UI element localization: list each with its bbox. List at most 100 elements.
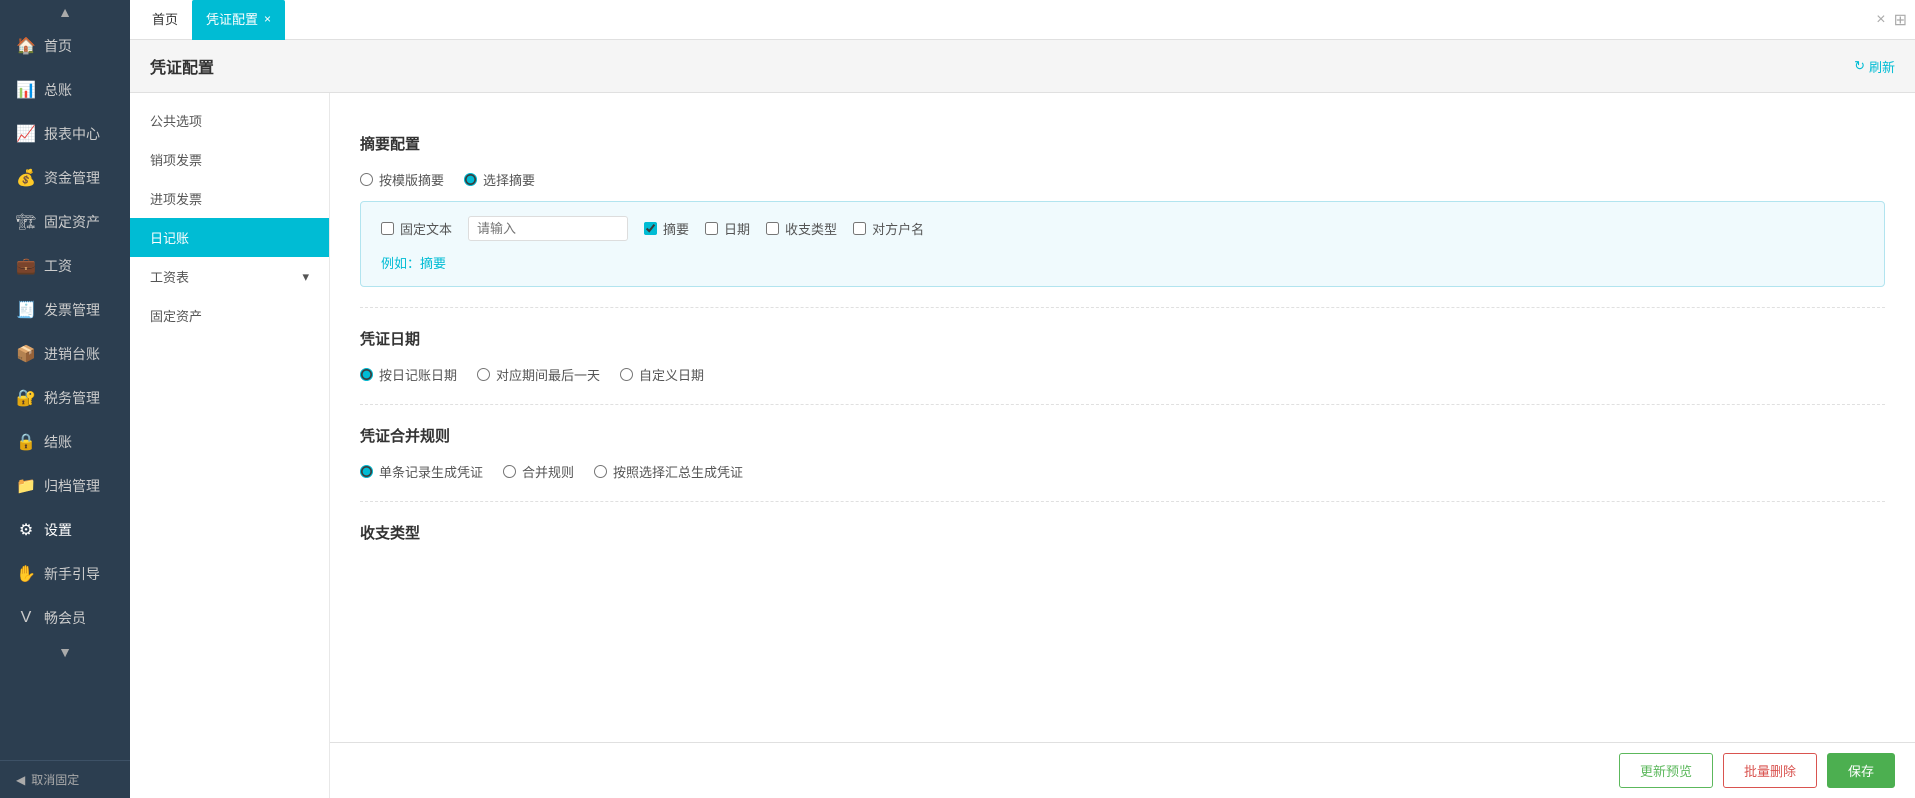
summary-options-row: 按模版摘要 选择摘要	[360, 170, 1885, 189]
sidebar-item-vip[interactable]: V 畅会员	[0, 596, 130, 640]
vip-icon: V	[16, 609, 36, 627]
template-summary-radio[interactable]	[360, 173, 373, 186]
window-maximize-icon[interactable]: ⊞	[1894, 10, 1907, 30]
custom-date-radio[interactable]	[620, 368, 633, 381]
income-type-checkbox-label[interactable]: 收支类型	[766, 219, 837, 238]
sidebar-item-purchase[interactable]: 📦 进销台账	[0, 332, 130, 376]
select-summary-option[interactable]: 选择摘要	[464, 170, 535, 189]
single-record-radio[interactable]	[360, 465, 373, 478]
sidebar-item-guide[interactable]: ✋ 新手引导	[0, 552, 130, 596]
summary-checkbox-row: 固定文本 摘要 日期	[381, 216, 1864, 241]
example-text: 例如：摘要	[381, 253, 1864, 272]
merge-rules-section: 凭证合并规则 单条记录生成凭证 合并规则	[360, 405, 1885, 502]
sidebar-item-invoices[interactable]: 🧾 发票管理	[0, 288, 130, 332]
salary-icon: 💼	[16, 256, 36, 276]
left-nav-public[interactable]: 公共选项	[130, 101, 329, 140]
voucher-date-title: 凭证日期	[360, 328, 1885, 349]
pin-icon: ◀	[16, 773, 25, 787]
tab-home[interactable]: 首页	[138, 0, 192, 40]
summary-config-title: 摘要配置	[360, 133, 1885, 154]
merge-rule-option[interactable]: 合并规则	[503, 462, 574, 481]
sidebar-item-close[interactable]: 🔒 结账	[0, 420, 130, 464]
batch-delete-button[interactable]: 批量删除	[1723, 753, 1817, 788]
summary-config-box: 固定文本 摘要 日期	[360, 201, 1885, 287]
purchase-icon: 📦	[16, 344, 36, 364]
left-nav-journal[interactable]: 日记账	[130, 218, 329, 257]
scroll-area[interactable]: 摘要配置 按模版摘要 选择摘要	[330, 93, 1915, 742]
last-day-radio[interactable]	[477, 368, 490, 381]
income-expense-title: 收支类型	[360, 522, 1885, 543]
last-day-option[interactable]: 对应期间最后一天	[477, 365, 600, 384]
select-summary-radio[interactable]	[464, 173, 477, 186]
select-merge-option[interactable]: 按照选择汇总生成凭证	[594, 462, 743, 481]
left-nav: 公共选项 销项发票 进项发票 日记账 工资表 ▾ 固定资产	[130, 93, 330, 798]
fixed-text-input[interactable]	[468, 216, 628, 241]
window-minimize-icon[interactable]: ×	[1876, 11, 1885, 29]
sidebar-item-salary[interactable]: 💼 工资	[0, 244, 130, 288]
voucher-date-options-row: 按日记账日期 对应期间最后一天 自定义日期	[360, 365, 1885, 384]
counterparty-checkbox-label[interactable]: 对方户名	[853, 219, 924, 238]
sidebar-item-archive[interactable]: 📁 归档管理	[0, 464, 130, 508]
page-wrapper: 凭证配置 ↻ 刷新 公共选项 销项发票 进项发票 日记账	[130, 40, 1915, 798]
sidebar-item-assets[interactable]: 🏗 固定资产	[0, 200, 130, 244]
sidebar-scroll-up[interactable]: ▲	[0, 0, 130, 24]
right-content: 摘要配置 按模版摘要 选择摘要	[330, 93, 1915, 798]
date-checkbox-label[interactable]: 日期	[705, 219, 750, 238]
sidebar-item-tax[interactable]: 🔐 税务管理	[0, 376, 130, 420]
tab-bar-actions: × ⊞	[1876, 10, 1907, 30]
bottom-bar: 更新预览 批量删除 保存	[330, 742, 1915, 798]
journal-date-option[interactable]: 按日记账日期	[360, 365, 457, 384]
page-title: 凭证配置	[150, 54, 214, 78]
income-expense-section: 收支类型	[360, 502, 1885, 579]
page-header: 凭证配置 ↻ 刷新	[130, 40, 1915, 93]
left-nav-sales[interactable]: 销项发票	[130, 140, 329, 179]
home-icon: 🏠	[16, 36, 36, 56]
unpin-button[interactable]: ◀ 取消固定	[0, 760, 130, 798]
voucher-date-section: 凭证日期 按日记账日期 对应期间最后一天	[360, 308, 1885, 405]
reports-icon: 📈	[16, 124, 36, 144]
sidebar: ▲ 🏠 首页 📊 总账 📈 报表中心 💰 资金管理 🏗 固定资产 💼 工资 🧾 …	[0, 0, 130, 798]
custom-date-option[interactable]: 自定义日期	[620, 365, 704, 384]
sidebar-item-funds[interactable]: 💰 资金管理	[0, 156, 130, 200]
sidebar-item-reports[interactable]: 📈 报表中心	[0, 112, 130, 156]
sidebar-item-home[interactable]: 🏠 首页	[0, 24, 130, 68]
left-nav-fixed-assets[interactable]: 固定资产	[130, 296, 329, 335]
close-account-icon: 🔒	[16, 432, 36, 452]
journal-date-radio[interactable]	[360, 368, 373, 381]
fixed-text-checkbox[interactable]	[381, 222, 394, 235]
settings-icon: ⚙	[16, 520, 36, 540]
tab-bar: 首页 凭证配置 × × ⊞	[130, 0, 1915, 40]
summary-checkbox-label[interactable]: 摘要	[644, 219, 689, 238]
main-area: 首页 凭证配置 × × ⊞ 凭证配置 ↻ 刷新 公共选项	[130, 0, 1915, 798]
merge-rule-radio[interactable]	[503, 465, 516, 478]
merge-rules-options-row: 单条记录生成凭证 合并规则 按照选择汇总生成凭证	[360, 462, 1885, 481]
fixed-text-checkbox-label[interactable]: 固定文本	[381, 219, 452, 238]
update-preview-button[interactable]: 更新预览	[1619, 753, 1713, 788]
date-checkbox[interactable]	[705, 222, 718, 235]
guide-icon: ✋	[16, 564, 36, 584]
income-type-checkbox[interactable]	[766, 222, 779, 235]
summary-config-section: 摘要配置 按模版摘要 选择摘要	[360, 113, 1885, 308]
refresh-button[interactable]: ↻ 刷新	[1854, 57, 1895, 76]
tax-icon: 🔐	[16, 388, 36, 408]
ledger-icon: 📊	[16, 80, 36, 100]
save-button[interactable]: 保存	[1827, 753, 1895, 788]
content-area: 公共选项 销项发票 进项发票 日记账 工资表 ▾ 固定资产	[130, 93, 1915, 798]
tab-voucher-config[interactable]: 凭证配置 ×	[192, 0, 285, 40]
invoices-icon: 🧾	[16, 300, 36, 320]
sidebar-item-ledger[interactable]: 📊 总账	[0, 68, 130, 112]
counterparty-checkbox[interactable]	[853, 222, 866, 235]
template-summary-option[interactable]: 按模版摘要	[360, 170, 444, 189]
summary-checkbox[interactable]	[644, 222, 657, 235]
funds-icon: 💰	[16, 168, 36, 188]
archive-icon: 📁	[16, 476, 36, 496]
sidebar-scroll-down[interactable]: ▼	[0, 640, 130, 664]
sidebar-item-settings[interactable]: ⚙ 设置	[0, 508, 130, 552]
merge-rules-title: 凭证合并规则	[360, 425, 1885, 446]
tab-close-button[interactable]: ×	[264, 12, 271, 26]
single-record-option[interactable]: 单条记录生成凭证	[360, 462, 483, 481]
assets-icon: 🏗	[16, 212, 36, 232]
select-merge-radio[interactable]	[594, 465, 607, 478]
left-nav-purchase[interactable]: 进项发票	[130, 179, 329, 218]
left-nav-payroll[interactable]: 工资表 ▾	[130, 257, 329, 296]
